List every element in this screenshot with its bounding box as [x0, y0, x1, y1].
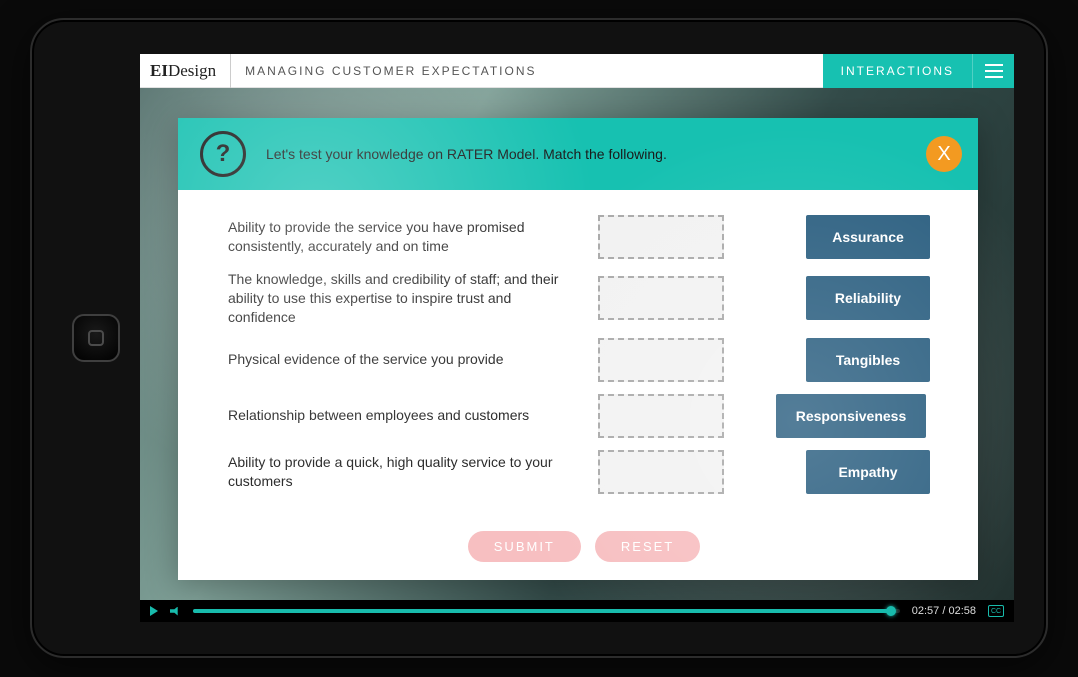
seek-knob[interactable]: [886, 606, 896, 616]
close-button[interactable]: X: [926, 136, 962, 172]
time-display: 02:57 / 02:58: [912, 605, 976, 617]
brand-suffix: Design: [168, 61, 216, 80]
match-description: Relationship between employees and custo…: [228, 406, 578, 425]
drop-target[interactable]: [598, 450, 724, 494]
drag-tile-responsiveness[interactable]: Responsiveness: [776, 394, 926, 438]
match-description: Ability to provide a quick, high quality…: [228, 453, 578, 491]
brand-prefix: EI: [150, 61, 168, 80]
match-row: Relationship between employees and custo…: [228, 393, 940, 439]
quiz-modal: ? Let's test your knowledge on RATER Mod…: [178, 118, 978, 580]
drag-tile-tangibles[interactable]: Tangibles: [806, 338, 930, 382]
breadcrumb: MANAGING CUSTOMER EXPECTATIONS: [231, 64, 536, 78]
seek-fill: [193, 609, 893, 613]
interactions-tab[interactable]: INTERACTIONS: [823, 54, 972, 88]
match-description: Physical evidence of the service you pro…: [228, 350, 578, 369]
seek-track[interactable]: [193, 609, 900, 613]
question-icon: ?: [200, 131, 246, 177]
drop-target[interactable]: [598, 394, 724, 438]
cc-button[interactable]: CC: [988, 605, 1004, 617]
drag-tile-empathy[interactable]: Empathy: [806, 450, 930, 494]
instruction-text: Let's test your knowledge on RATER Model…: [266, 146, 667, 162]
brand-logo: EIDesign: [140, 54, 231, 88]
top-bar: EIDesign MANAGING CUSTOMER EXPECTATIONS …: [140, 54, 1014, 88]
menu-icon[interactable]: [972, 54, 1014, 88]
match-description: Ability to provide the service you have …: [228, 218, 578, 256]
match-rows: Ability to provide the service you have …: [228, 214, 940, 521]
reset-button[interactable]: RESET: [595, 531, 700, 562]
modal-body: Ability to provide the service you have …: [178, 190, 978, 580]
match-row: Physical evidence of the service you pro…: [228, 337, 940, 383]
modal-header: ? Let's test your knowledge on RATER Mod…: [178, 118, 978, 190]
match-row: The knowledge, skills and credibility of…: [228, 270, 940, 327]
tablet-frame: EIDesign MANAGING CUSTOMER EXPECTATIONS …: [30, 18, 1048, 658]
drop-target[interactable]: [598, 215, 724, 259]
video-stage: ? Let's test your knowledge on RATER Mod…: [140, 88, 1014, 600]
tablet-home-button[interactable]: [72, 314, 120, 362]
drop-target[interactable]: [598, 338, 724, 382]
submit-button[interactable]: SUBMIT: [468, 531, 581, 562]
match-row: Ability to provide the service you have …: [228, 214, 940, 260]
match-row: Ability to provide a quick, high quality…: [228, 449, 940, 495]
match-description: The knowledge, skills and credibility of…: [228, 270, 578, 327]
drop-target[interactable]: [598, 276, 724, 320]
play-icon[interactable]: [150, 606, 158, 616]
drag-tile-reliability[interactable]: Reliability: [806, 276, 930, 320]
screen: EIDesign MANAGING CUSTOMER EXPECTATIONS …: [140, 54, 1014, 622]
video-player-bar: 02:57 / 02:58 CC: [140, 600, 1014, 622]
action-row: SUBMIT RESET: [228, 521, 940, 566]
volume-icon[interactable]: [170, 607, 181, 616]
drag-tile-assurance[interactable]: Assurance: [806, 215, 930, 259]
